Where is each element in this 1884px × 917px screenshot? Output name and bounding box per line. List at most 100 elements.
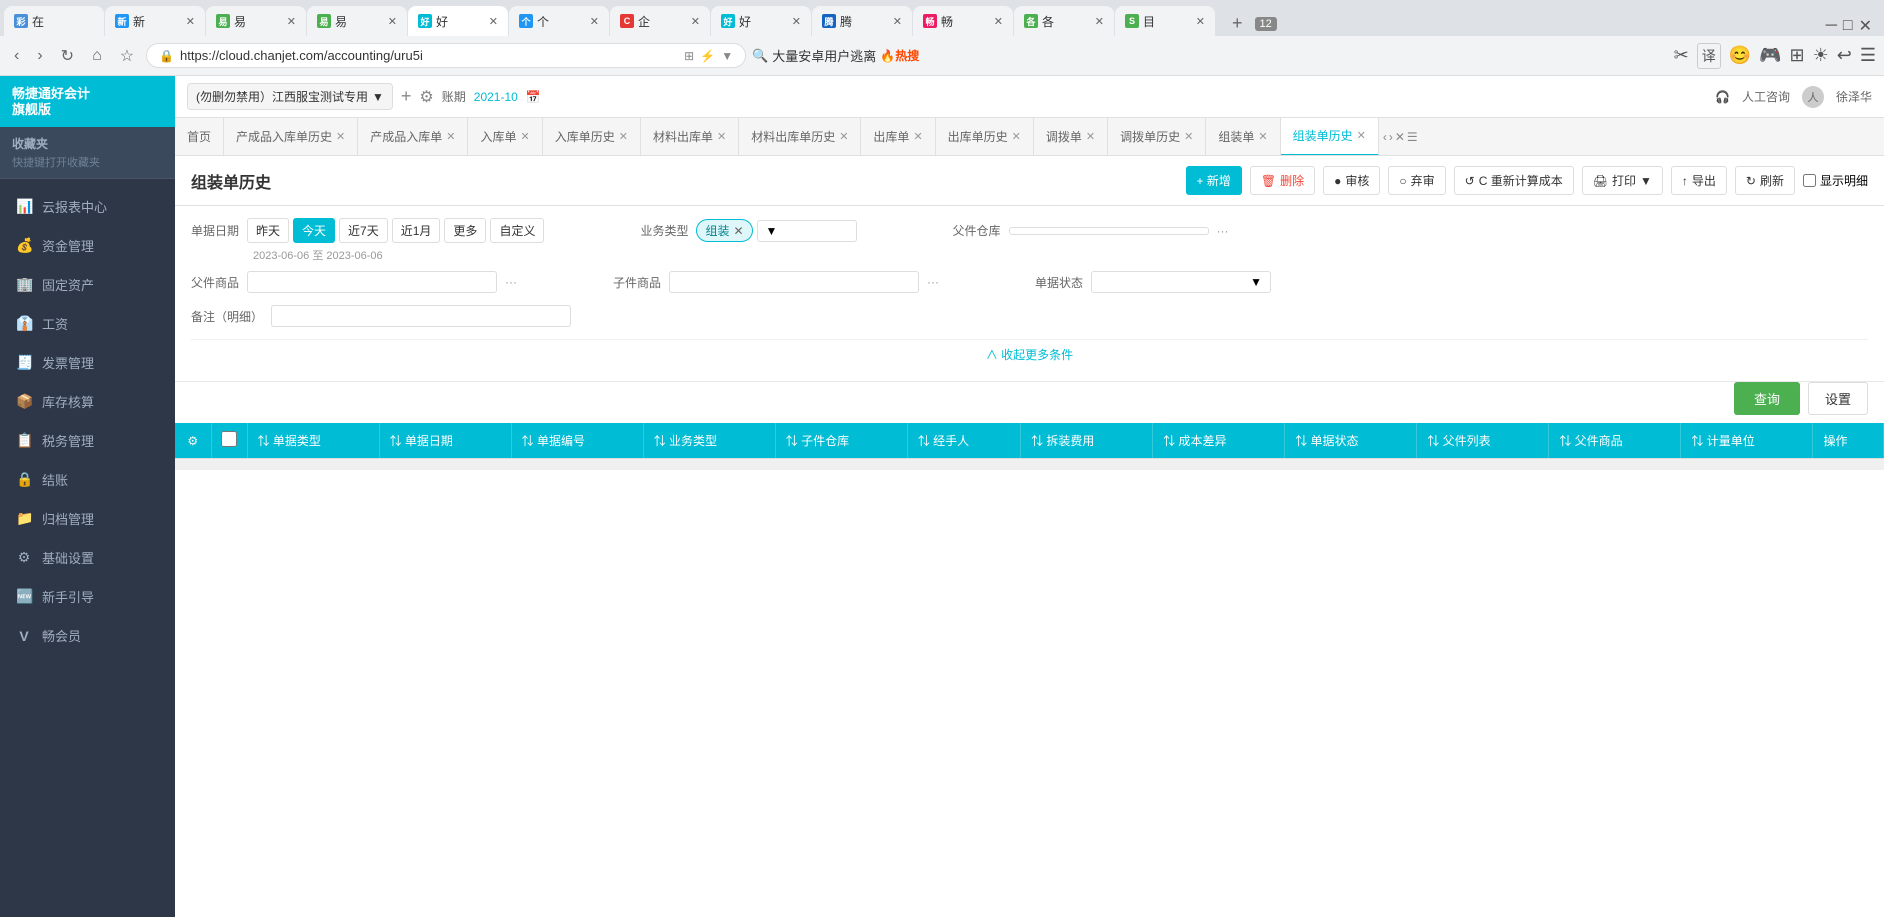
sidebar-item-reports[interactable]: 📊 云报表中心: [0, 187, 175, 226]
delete-button[interactable]: 🗑 删除: [1250, 166, 1315, 195]
home-button[interactable]: ⌂: [86, 43, 108, 69]
settings-button[interactable]: 设置: [1808, 382, 1868, 415]
sidebar-item-guide[interactable]: 🆕 新手引导: [0, 577, 175, 616]
bookmark-button[interactable]: ☆: [114, 42, 140, 70]
tab-close-8[interactable]: ✕: [792, 15, 801, 28]
show-detail-toggle[interactable]: 显示明细: [1803, 172, 1868, 189]
support-label[interactable]: 人工咨询: [1742, 88, 1790, 105]
page-tab-prod-in-hist[interactable]: 产成品入库单历史 ✕: [224, 118, 358, 156]
query-button[interactable]: 查询: [1734, 382, 1800, 415]
page-tab-in-order[interactable]: 入库单 ✕: [468, 118, 542, 156]
tab-close-4[interactable]: ✕: [388, 15, 397, 28]
minimize-button[interactable]: ─: [1826, 17, 1837, 35]
scissors-icon[interactable]: ✂: [1674, 45, 1689, 66]
date-7days-btn[interactable]: 近7天: [339, 218, 388, 243]
tab-close-current[interactable]: ✕: [1395, 130, 1405, 144]
page-tab-mat-out[interactable]: 材料出库单 ✕: [641, 118, 739, 156]
sidebar-item-invoice[interactable]: 🧾 发票管理: [0, 343, 175, 382]
page-tab-home[interactable]: 首页: [175, 118, 224, 156]
browser-tab-7[interactable]: C 企 ✕: [610, 6, 710, 36]
browser-tab-1[interactable]: 彩 在: [4, 6, 104, 36]
page-tab-close-adjust[interactable]: ✕: [1086, 130, 1095, 143]
browser-tab-9[interactable]: 腾 腾 ✕: [812, 6, 912, 36]
order-status-dropdown[interactable]: ▼: [1091, 271, 1271, 293]
browser-tab-8[interactable]: 好 好 ✕: [711, 6, 811, 36]
date-yesterday-btn[interactable]: 昨天: [247, 218, 289, 243]
close-window-button[interactable]: ✕: [1859, 16, 1872, 36]
qr-icon[interactable]: ⊞: [684, 49, 694, 63]
calendar-icon[interactable]: 📅: [526, 90, 541, 104]
th-handler[interactable]: ⇅ 经手人: [907, 423, 1020, 458]
th-child-warehouse[interactable]: ⇅ 子件仓库: [775, 423, 907, 458]
browser-tab-12[interactable]: S 目 ✕: [1115, 6, 1215, 36]
parent-goods-more[interactable]: ···: [505, 275, 517, 289]
browser-tab-11[interactable]: 各 各 ✕: [1014, 6, 1114, 36]
export-button[interactable]: ↑ 导出: [1671, 166, 1727, 195]
child-goods-input[interactable]: [678, 275, 910, 289]
select-all-checkbox[interactable]: [221, 431, 237, 447]
tab-more-icon[interactable]: ☰: [1407, 130, 1418, 144]
sidebar-item-tax[interactable]: 📋 税务管理: [0, 421, 175, 460]
date-more-btn[interactable]: 更多: [444, 218, 486, 243]
th-parent-goods[interactable]: ⇅ 父件商品: [1549, 423, 1681, 458]
sidebar-bookmarks[interactable]: 收藏夹 快捷键打开收藏夹: [0, 127, 175, 179]
browser-tab-10[interactable]: 畅 畅 ✕: [913, 6, 1013, 36]
page-tab-close-mat-out-hist[interactable]: ✕: [839, 130, 848, 143]
tab-prev-arrow[interactable]: ‹: [1383, 130, 1387, 144]
th-cost-diff[interactable]: ⇅ 成本差异: [1153, 423, 1285, 458]
sidebar-item-inventory[interactable]: 📦 库存核算: [0, 382, 175, 421]
parent-goods-input[interactable]: [256, 275, 488, 289]
sidebar-item-funds[interactable]: 💰 资金管理: [0, 226, 175, 265]
sidebar-item-assets[interactable]: 🏢 固定资产: [0, 265, 175, 304]
date-today-btn[interactable]: 今天: [293, 218, 335, 243]
dropdown-arrow-icon[interactable]: ▼: [721, 49, 733, 63]
page-tab-close-adjust-hist[interactable]: ✕: [1184, 130, 1193, 143]
refresh-button[interactable]: ↻: [55, 42, 80, 70]
back-button[interactable]: ‹: [8, 43, 25, 69]
company-settings-button[interactable]: ⚙: [419, 87, 433, 107]
sidebar-item-salary[interactable]: 👔 工资: [0, 304, 175, 343]
notes-input[interactable]: [280, 309, 562, 323]
th-order-no[interactable]: ⇅ 单据编号: [511, 423, 643, 458]
forward-button[interactable]: ›: [31, 43, 48, 69]
sidebar-item-member[interactable]: V 畅会员: [0, 616, 175, 655]
company-selector[interactable]: (勿删勿禁用）江西服宝测试专用 ▼: [187, 83, 393, 110]
th-order-date[interactable]: ⇅ 单据日期: [379, 423, 511, 458]
sun-icon[interactable]: ☀: [1813, 45, 1829, 66]
abandon-button[interactable]: ○ 弃审: [1388, 166, 1445, 195]
browser-tab-6[interactable]: 个 个 ✕: [509, 6, 609, 36]
page-tab-in-hist[interactable]: 入库单历史 ✕: [543, 118, 641, 156]
show-detail-checkbox[interactable]: [1803, 174, 1816, 187]
user-name[interactable]: 徐泽华: [1836, 88, 1872, 105]
page-tab-close-in-order[interactable]: ✕: [521, 130, 530, 143]
child-goods-more[interactable]: ···: [927, 275, 939, 289]
emoji-icon[interactable]: 😊: [1729, 45, 1751, 66]
recalc-button[interactable]: ↺ C 重新计算成本: [1454, 166, 1574, 195]
page-tab-close-assembly[interactable]: ✕: [1258, 130, 1267, 143]
tab-next-arrow[interactable]: ›: [1389, 130, 1393, 144]
page-tab-prod-in[interactable]: 产成品入库单 ✕: [358, 118, 468, 156]
add-company-button[interactable]: +: [401, 86, 412, 107]
parent-warehouse-more[interactable]: ···: [1217, 224, 1229, 238]
refresh-button-page[interactable]: ↻ 刷新: [1735, 166, 1795, 195]
lightning-icon[interactable]: ⚡: [700, 49, 715, 63]
page-tab-assembly[interactable]: 组装单 ✕: [1206, 118, 1280, 156]
th-biz-type[interactable]: ⇅ 业务类型: [643, 423, 775, 458]
tab-close-6[interactable]: ✕: [590, 15, 599, 28]
page-tab-close-prod-in-hist[interactable]: ✕: [336, 130, 345, 143]
sidebar-item-archive[interactable]: 📁 归档管理: [0, 499, 175, 538]
th-disassembly-fee[interactable]: ⇅ 拆装费用: [1021, 423, 1153, 458]
audit-button[interactable]: ● 审核: [1323, 166, 1380, 195]
collapse-bar[interactable]: ∧ 收起更多条件: [191, 339, 1868, 369]
tab-close-12[interactable]: ✕: [1196, 15, 1205, 28]
date-custom-btn[interactable]: 自定义: [490, 218, 544, 243]
tab-close-2[interactable]: ✕: [186, 15, 195, 28]
business-type-tag-remove[interactable]: ✕: [733, 224, 743, 238]
page-tab-mat-out-hist[interactable]: 材料出库单历史 ✕: [739, 118, 861, 156]
page-tab-close-out-hist[interactable]: ✕: [1012, 130, 1021, 143]
th-order-status[interactable]: ⇅ 单据状态: [1285, 423, 1417, 458]
maximize-button[interactable]: □: [1843, 17, 1853, 35]
page-tab-close-in-hist[interactable]: ✕: [619, 130, 628, 143]
sidebar-item-settings[interactable]: ⚙ 基础设置: [0, 538, 175, 577]
menu-icon[interactable]: ☰: [1860, 45, 1876, 66]
